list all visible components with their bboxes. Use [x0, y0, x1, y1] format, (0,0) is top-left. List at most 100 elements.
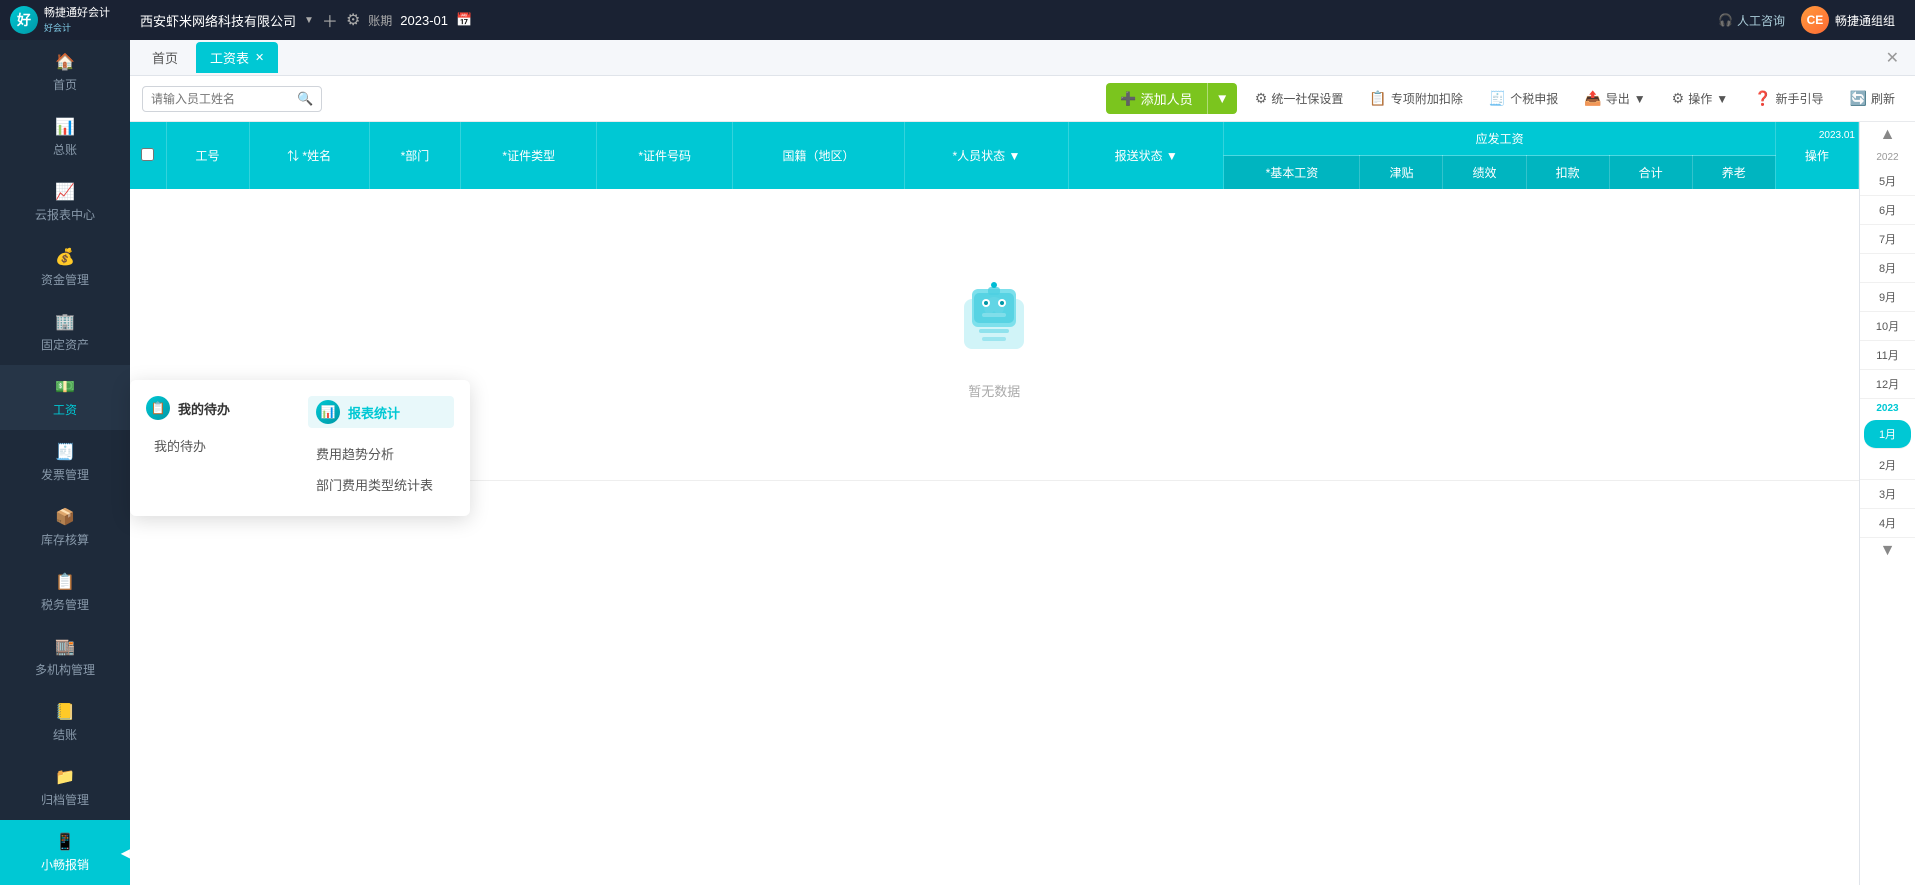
timeline-up-nav[interactable]: ▲ [1860, 122, 1915, 148]
sidebar-item-tax[interactable]: 📋 税务管理 [0, 560, 130, 625]
popup-item-todo[interactable]: 我的待办 [146, 430, 292, 461]
empty-illustration [944, 269, 1044, 369]
guide-btn[interactable]: ❓ 新手引导 [1746, 86, 1831, 111]
chevron-down-icon[interactable]: ▼ [304, 15, 314, 26]
timeline-month-apr[interactable]: 4月 [1860, 509, 1915, 538]
add-people-btn-group: ➕ 添加人员 ▼ [1106, 83, 1236, 114]
page-header: 🔍 ➕ 添加人员 ▼ ⚙ 统一社保设置 📋 专项附加扣除 [130, 76, 1915, 122]
close-tab-icon[interactable]: ✕ [255, 51, 264, 64]
popup-section-reports: 📊 报表统计 费用趋势分析 部门费用类型统计表 [308, 396, 454, 500]
search-icon[interactable]: 🔍 [297, 91, 313, 107]
tab-bar: 首页 工资表 ✕ ✕ [130, 40, 1915, 76]
search-input[interactable] [151, 92, 291, 106]
headset-icon: 🎧 [1718, 13, 1733, 27]
timeline-month-may[interactable]: 5月 [1860, 167, 1915, 196]
guide-action-icon: ❓ [1754, 90, 1771, 107]
support-button[interactable]: 🎧 人工咨询 [1718, 12, 1785, 29]
operation-btn[interactable]: ⚙ 操作 ▼ [1664, 86, 1736, 111]
export-dropdown-icon: ▼ [1634, 92, 1646, 106]
cloud-report-icon: 📈 [55, 182, 75, 202]
home-icon: 🏠 [55, 52, 75, 72]
col-header-allowance: 津贴 [1360, 156, 1443, 190]
sort-icon[interactable]: ⇅ [287, 149, 299, 163]
filter2-icon[interactable]: ▼ [1166, 149, 1178, 163]
timeline-month-jan-active[interactable]: 1月 [1864, 420, 1911, 449]
user-area[interactable]: CE 畅捷通组组 [1801, 6, 1895, 34]
col-header-deduction: 扣款 [1526, 156, 1609, 190]
sidebar-item-inventory[interactable]: 📦 库存核算 [0, 495, 130, 560]
sidebar-item-close-accounts[interactable]: 📒 结账 [0, 690, 130, 755]
timeline-down-nav[interactable]: ▼ [1860, 538, 1915, 564]
popup-todo-title: 📋 我的待办 [146, 396, 292, 420]
select-all-header[interactable] [130, 122, 166, 189]
tab-salary[interactable]: 工资表 ✕ [196, 42, 278, 73]
timeline-month-dec[interactable]: 12月 [1860, 370, 1915, 399]
timeline-month-aug[interactable]: 8月 [1860, 254, 1915, 283]
popup-item-expense-trend[interactable]: 费用趋势分析 [308, 438, 454, 469]
col-header-id-type: *证件类型 [461, 122, 597, 189]
sidebar-item-invoice[interactable]: 🧾 发票管理 [0, 430, 130, 495]
social-insurance-btn[interactable]: ⚙ 统一社保设置 [1247, 86, 1352, 111]
timeline-month-sep[interactable]: 9月 [1860, 283, 1915, 312]
fixed-assets-icon: 🏢 [55, 312, 75, 332]
header-right: 🎧 人工咨询 CE 畅捷通组组 [1718, 6, 1905, 34]
tax-report-icon: 🧾 [1489, 90, 1506, 107]
export-icon: 📤 [1584, 90, 1601, 107]
operation-icon: ⚙ [1672, 90, 1685, 107]
sidebar-item-funds[interactable]: 💰 资金管理 [0, 235, 130, 300]
col-header-dept: *部门 [369, 122, 461, 189]
timeline-month-mar[interactable]: 3月 [1860, 480, 1915, 509]
close-accounts-icon: 📒 [55, 702, 75, 722]
multi-org-icon: 🏬 [55, 637, 75, 657]
export-btn[interactable]: 📤 导出 ▼ [1576, 86, 1653, 111]
col-header-id-num: *证件号码 [597, 122, 733, 189]
calendar-icon[interactable]: 📅 [456, 12, 472, 28]
sidebar-item-salary[interactable]: 💵 工资 [0, 365, 130, 430]
empty-text: 暂无数据 [968, 381, 1020, 400]
tab-home[interactable]: 首页 [138, 42, 192, 73]
sidebar-item-archive[interactable]: 📁 归档管理 [0, 755, 130, 820]
period-value: 2023-01 [400, 13, 448, 28]
sidebar-item-home[interactable]: 🏠 首页 [0, 40, 130, 105]
operation-dropdown-icon: ▼ [1716, 92, 1728, 106]
sidebar-item-cloud-report[interactable]: 📈 云报表中心 [0, 170, 130, 235]
year-label: 2023.01 [1819, 130, 1855, 141]
company-name[interactable]: 西安虾米网络科技有限公司 [140, 11, 296, 30]
period-label: 账期 [368, 12, 392, 29]
search-wrap: 🔍 [142, 86, 322, 112]
timeline-month-oct[interactable]: 10月 [1860, 312, 1915, 341]
sidebar-item-multi-org[interactable]: 🏬 多机构管理 [0, 625, 130, 690]
logo-area: 好 畅捷通好会计 好会计 [10, 6, 130, 34]
col-header-status: *人员状态 ▼ [904, 122, 1068, 189]
popup-item-dept-expense[interactable]: 部门费用类型统计表 [308, 469, 454, 500]
col-header-total: 合计 [1609, 156, 1692, 190]
timeline-month-feb[interactable]: 2月 [1860, 451, 1915, 480]
timeline-month-jul[interactable]: 7月 [1860, 225, 1915, 254]
timeline-month-jun[interactable]: 6月 [1860, 196, 1915, 225]
company-area: 西安虾米网络科技有限公司 ▼ ＋ ⚙ 账期 2023-01 📅 [130, 8, 1718, 32]
select-all-checkbox[interactable] [141, 148, 154, 161]
col-header-report-status: 报送状态 ▼ [1068, 122, 1223, 189]
ledger-icon: 📊 [55, 117, 75, 137]
invoice-icon: 🧾 [55, 442, 75, 462]
sidebar-item-ledger[interactable]: 📊 总账 [0, 105, 130, 170]
sidebar-item-expense[interactable]: 📱 小畅报销 ◀ [0, 820, 130, 885]
filter-icon[interactable]: ▼ [1008, 149, 1020, 163]
add-people-button[interactable]: ➕ 添加人员 [1106, 83, 1206, 114]
special-deduction-btn[interactable]: 📋 专项附加扣除 [1361, 86, 1470, 111]
add-people-dropdown-button[interactable]: ▼ [1207, 83, 1237, 114]
col-header-id: 工号 [166, 122, 249, 189]
timeline-month-nov[interactable]: 11月 [1860, 341, 1915, 370]
refresh-btn[interactable]: 🔄 刷新 [1842, 86, 1903, 111]
popup-section-todo: 📋 我的待办 我的待办 [146, 396, 292, 500]
popup-menu: 📋 我的待办 我的待办 📊 报表统计 费用趋势分析 部门费用类型统计表 [130, 380, 470, 516]
add-company-icon[interactable]: ＋ [322, 8, 338, 32]
refresh-icon: 🔄 [1850, 90, 1867, 107]
sidebar-item-fixed-assets[interactable]: 🏢 固定资产 [0, 300, 130, 365]
settings-icon[interactable]: ⚙ [346, 10, 360, 30]
close-window-icon[interactable]: ✕ [1886, 48, 1899, 68]
special-deduction-icon: 📋 [1369, 90, 1386, 107]
user-name: 畅捷通组组 [1835, 12, 1895, 29]
tax-report-btn[interactable]: 🧾 个税申报 [1481, 86, 1566, 111]
logo-text: 畅捷通好会计 好会计 [44, 6, 110, 33]
